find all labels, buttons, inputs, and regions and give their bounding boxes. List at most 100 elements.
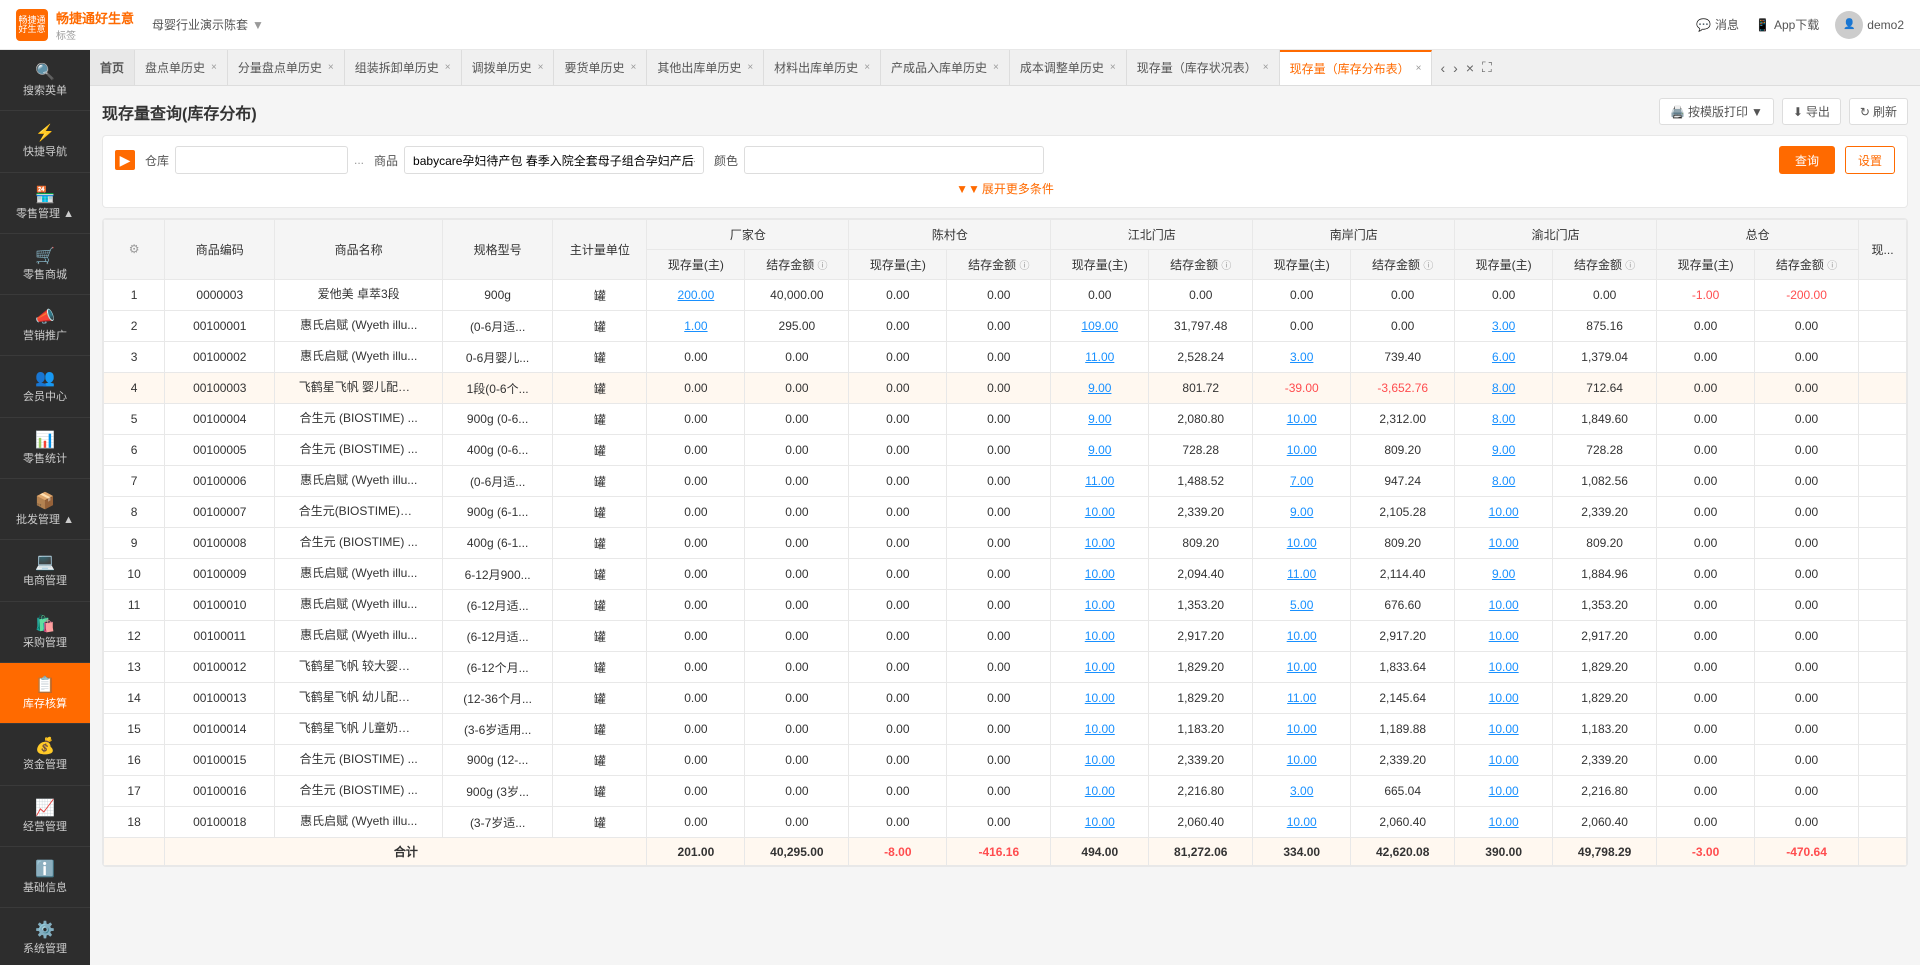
sidebar-item-retail-manage[interactable]: 🏪 零售管理 ▲ <box>0 173 90 234</box>
user-profile[interactable]: 👤 demo2 <box>1835 11 1904 39</box>
sidebar-item-nav[interactable]: ⚡ 快捷导航 <box>0 111 90 172</box>
warehouse-ellipsis[interactable]: ... <box>354 153 364 167</box>
sidebar-item-marketing[interactable]: 📣 营销推广 <box>0 295 90 356</box>
sidebar-item-system[interactable]: ⚙️ 系统管理 <box>0 908 90 965</box>
filter-toggle-btn[interactable]: ▶ <box>115 150 135 170</box>
row-val-0[interactable]: 0.00 <box>647 404 745 435</box>
row-val-2[interactable]: 0.00 <box>849 280 947 311</box>
row-val-10[interactable]: -1.00 <box>1657 280 1755 311</box>
row-val-6[interactable]: 3.00 <box>1253 776 1351 807</box>
row-val-6[interactable]: 10.00 <box>1253 404 1351 435</box>
row-val-8[interactable]: 8.00 <box>1455 373 1553 404</box>
sidebar-item-search[interactable]: 🔍 搜索英单 <box>0 50 90 111</box>
row-val-6[interactable]: 9.00 <box>1253 497 1351 528</box>
tab-transfer[interactable]: 调拨单历史 × <box>462 50 555 86</box>
row-val-0[interactable]: 0.00 <box>647 621 745 652</box>
row-val-2[interactable]: 0.00 <box>849 435 947 466</box>
search-btn[interactable]: 查询 <box>1779 146 1835 174</box>
row-val-8[interactable]: 10.00 <box>1455 528 1553 559</box>
row-val-0[interactable]: 0.00 <box>647 714 745 745</box>
close-icon[interactable]: × <box>1263 62 1269 73</box>
row-val-0[interactable]: 0.00 <box>647 745 745 776</box>
warehouse-input[interactable] <box>175 146 348 174</box>
sidebar-item-inventory[interactable]: 📋 库存核算 <box>0 663 90 724</box>
row-val-8[interactable]: 8.00 <box>1455 466 1553 497</box>
sidebar-item-info[interactable]: ℹ️ 基础信息 <box>0 847 90 908</box>
row-val-4[interactable]: 9.00 <box>1051 373 1149 404</box>
close-icon[interactable]: × <box>1110 62 1116 73</box>
row-val-6[interactable]: -39.00 <box>1253 373 1351 404</box>
row-val-10[interactable]: 0.00 <box>1657 652 1755 683</box>
row-val-10[interactable]: 0.00 <box>1657 559 1755 590</box>
close-icon[interactable]: × <box>211 62 217 73</box>
close-icon[interactable]: × <box>864 62 870 73</box>
tab-stock-dist[interactable]: 现存量（库存分布表） × <box>1280 50 1433 86</box>
print-btn[interactable]: 🖨️ 按模版打印 ▼ <box>1659 98 1774 125</box>
row-val-0[interactable]: 0.00 <box>647 528 745 559</box>
row-val-6[interactable]: 10.00 <box>1253 714 1351 745</box>
row-val-4[interactable]: 10.00 <box>1051 621 1149 652</box>
sidebar-item-finance[interactable]: 💰 资金管理 <box>0 724 90 785</box>
row-val-2[interactable]: 0.00 <box>849 776 947 807</box>
tab-close-all[interactable]: × <box>1462 58 1478 78</box>
tab-order[interactable]: 要货单历史 × <box>554 50 647 86</box>
row-val-0[interactable]: 0.00 <box>647 652 745 683</box>
row-val-10[interactable]: 0.00 <box>1657 342 1755 373</box>
row-val-6[interactable]: 0.00 <box>1253 311 1351 342</box>
row-val-4[interactable]: 0.00 <box>1051 280 1149 311</box>
row-val-6[interactable]: 10.00 <box>1253 807 1351 838</box>
row-val-2[interactable]: 0.00 <box>849 745 947 776</box>
row-val-2[interactable]: 0.00 <box>849 466 947 497</box>
close-icon[interactable]: × <box>1416 63 1422 74</box>
tab-material-out[interactable]: 材料出库单历史 × <box>764 50 881 86</box>
row-val-4[interactable]: 10.00 <box>1051 714 1149 745</box>
row-val-8[interactable]: 6.00 <box>1455 342 1553 373</box>
row-val-2[interactable]: 0.00 <box>849 311 947 342</box>
row-val-2[interactable]: 0.00 <box>849 497 947 528</box>
row-val-8[interactable]: 10.00 <box>1455 807 1553 838</box>
refresh-btn[interactable]: ↻ 刷新 <box>1849 98 1908 125</box>
row-val-8[interactable]: 8.00 <box>1455 404 1553 435</box>
row-val-8[interactable]: 10.00 <box>1455 497 1553 528</box>
row-val-4[interactable]: 10.00 <box>1051 745 1149 776</box>
row-val-0[interactable]: 0.00 <box>647 373 745 404</box>
row-val-10[interactable]: 0.00 <box>1657 404 1755 435</box>
row-val-10[interactable]: 0.00 <box>1657 373 1755 404</box>
row-val-8[interactable]: 10.00 <box>1455 745 1553 776</box>
row-val-8[interactable]: 9.00 <box>1455 559 1553 590</box>
tab-assemble[interactable]: 组装拆卸单历史 × <box>345 50 462 86</box>
tab-inventory-check[interactable]: 盘点单历史 × <box>135 50 228 86</box>
row-val-4[interactable]: 109.00 <box>1051 311 1149 342</box>
export-btn[interactable]: ⬇ 导出 <box>1782 98 1841 125</box>
row-val-10[interactable]: 0.00 <box>1657 745 1755 776</box>
row-val-4[interactable]: 9.00 <box>1051 435 1149 466</box>
row-val-8[interactable]: 10.00 <box>1455 714 1553 745</box>
tab-prev[interactable]: ‹ <box>1436 58 1449 78</box>
sidebar-item-operations[interactable]: 📈 经营管理 <box>0 786 90 847</box>
row-val-0[interactable]: 0.00 <box>647 342 745 373</box>
row-val-0[interactable]: 1.00 <box>647 311 745 342</box>
sidebar-item-member[interactable]: 👥 会员中心 <box>0 356 90 417</box>
sidebar-item-purchase[interactable]: 🛍️ 采购管理 <box>0 602 90 663</box>
row-val-4[interactable]: 10.00 <box>1051 776 1149 807</box>
row-val-8[interactable]: 0.00 <box>1455 280 1553 311</box>
row-val-2[interactable]: 0.00 <box>849 683 947 714</box>
row-val-0[interactable]: 0.00 <box>647 807 745 838</box>
row-val-6[interactable]: 10.00 <box>1253 528 1351 559</box>
row-val-6[interactable]: 3.00 <box>1253 342 1351 373</box>
row-val-6[interactable]: 0.00 <box>1253 280 1351 311</box>
close-icon[interactable]: × <box>747 62 753 73</box>
sidebar-item-mall[interactable]: 🛒 零售商城 <box>0 234 90 295</box>
row-val-8[interactable]: 10.00 <box>1455 590 1553 621</box>
close-icon[interactable]: × <box>993 62 999 73</box>
row-val-10[interactable]: 0.00 <box>1657 621 1755 652</box>
row-val-0[interactable]: 0.00 <box>647 590 745 621</box>
row-val-10[interactable]: 0.00 <box>1657 590 1755 621</box>
row-val-8[interactable]: 9.00 <box>1455 435 1553 466</box>
row-val-0[interactable]: 0.00 <box>647 497 745 528</box>
close-icon[interactable]: × <box>538 62 544 73</box>
row-val-6[interactable]: 7.00 <box>1253 466 1351 497</box>
row-val-0[interactable]: 0.00 <box>647 683 745 714</box>
row-val-10[interactable]: 0.00 <box>1657 683 1755 714</box>
settings-gear-icon[interactable]: ⚙ <box>126 242 142 258</box>
